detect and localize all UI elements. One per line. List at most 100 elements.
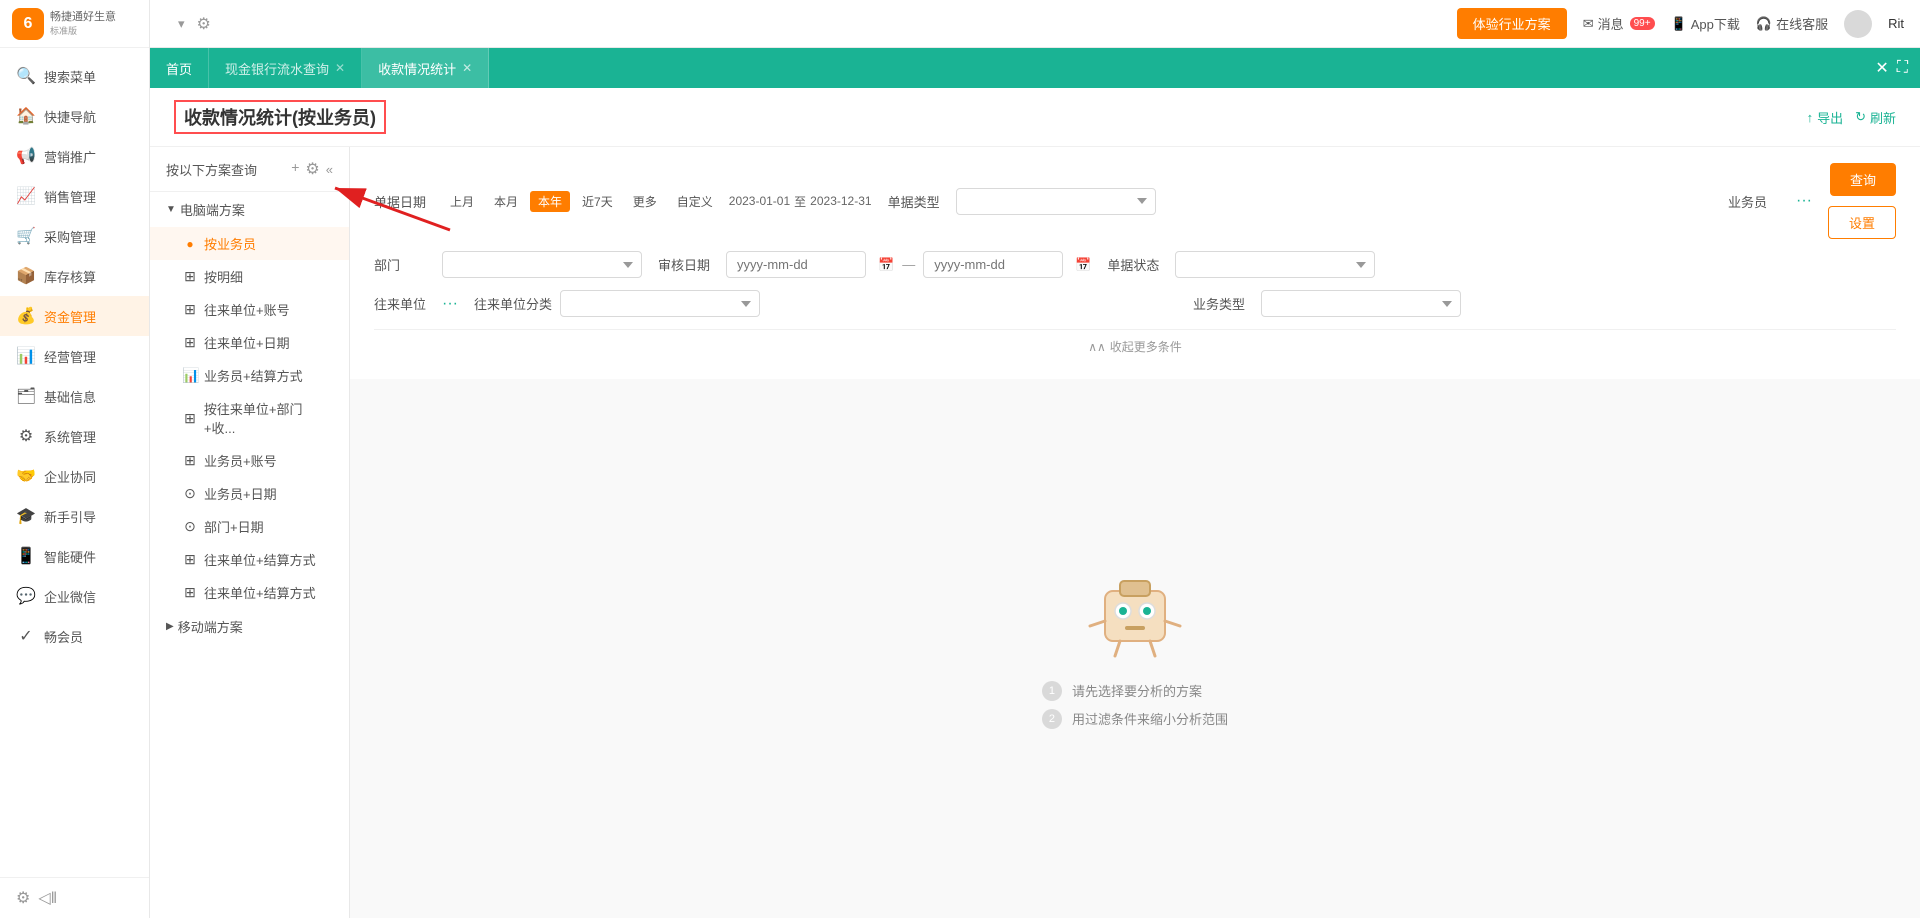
scheme-item-partner-settle2[interactable]: ⊞ 往来单位+结算方式 — [150, 576, 349, 609]
sidebar-item-inventory[interactable]: 📦 库存核算 — [0, 256, 149, 296]
tab-collection-close[interactable]: ✕ — [462, 61, 472, 75]
sidebar-item-wechat[interactable]: 💬 企业微信 — [0, 576, 149, 616]
scheme-item-salesperson-settle[interactable]: 📊 业务员+结算方式 — [150, 359, 349, 392]
date-tab-last-month[interactable]: 上月 — [442, 191, 482, 212]
sidebar-item-basic[interactable]: 🗂 基础信息 — [0, 376, 149, 416]
scheme-item-dept-date[interactable]: ⊙ 部门+日期 — [150, 510, 349, 543]
btn-group: 查询 设置 — [1828, 163, 1896, 239]
sidebar-item-finance[interactable]: 💰 资金管理 — [0, 296, 149, 336]
fullscreen-btn[interactable]: ⛶ — [1897, 59, 1908, 77]
date-tab-more[interactable]: 更多 — [625, 191, 665, 212]
tab-collection[interactable]: 收款情况统计 ✕ — [362, 48, 489, 88]
sidebar-item-enterprise[interactable]: 🤝 企业协同 — [0, 456, 149, 496]
date-from: 2023-01-01 — [729, 194, 790, 208]
finance-icon: 💰 — [16, 306, 36, 326]
trial-btn[interactable]: 体验行业方案 — [1457, 8, 1567, 39]
calendar-to-icon[interactable]: 📅 — [1075, 257, 1091, 273]
category-select[interactable] — [956, 188, 1156, 215]
inventory-icon: 📦 — [16, 266, 36, 286]
sidebar-item-member[interactable]: ✓ 畅会员 — [0, 616, 149, 656]
left-panel-actions: + ⚙ « — [291, 159, 333, 179]
scheme-partner-account-icon: ⊞ — [182, 301, 198, 318]
sidebar-item-sales[interactable]: 📈 销售管理 — [0, 176, 149, 216]
sidebar-item-guide[interactable]: 🎓 新手引导 — [0, 496, 149, 536]
scheme-item-partner-settle1[interactable]: ⊞ 往来单位+结算方式 — [150, 543, 349, 576]
dept-label: 部门 — [374, 255, 434, 274]
app-download-btn[interactable]: 📱 App下载 — [1671, 14, 1740, 33]
member-icon: ✓ — [16, 626, 36, 646]
sales-icon: 📈 — [16, 186, 36, 206]
sidebar-item-hardware[interactable]: 📱 智能硬件 — [0, 536, 149, 576]
scheme-dept-date-icon: ⊙ — [182, 518, 198, 535]
date-to: 2023-12-31 — [810, 194, 871, 208]
calendar-from-icon[interactable]: 📅 — [878, 257, 894, 273]
collapse-panel-btn[interactable]: « — [326, 159, 333, 179]
status-label: 单据状态 — [1107, 255, 1167, 274]
collapse-btn[interactable]: ∧∧ 收起更多条件 — [374, 329, 1896, 363]
export-btn[interactable]: ↑ 导出 — [1807, 108, 1844, 127]
scheme-item-salesperson-account[interactable]: ⊞ 业务员+账号 — [150, 444, 349, 477]
scheme-item-by-detail[interactable]: ⊞ 按明细 — [150, 260, 349, 293]
home-icon: 🏠 — [16, 106, 36, 126]
scheme-item-by-salesperson[interactable]: ● 按业务员 — [150, 227, 349, 260]
biz-type-select[interactable] — [1261, 290, 1461, 317]
sidebar-item-purchase[interactable]: 🛒 采购管理 — [0, 216, 149, 256]
tab-bank-flow-close[interactable]: ✕ — [335, 61, 345, 75]
scheme-partner-date-icon: ⊞ — [182, 334, 198, 351]
biz-type-label: 业务类型 — [1193, 294, 1253, 313]
tab-bank-flow[interactable]: 现金银行流水查询 ✕ — [209, 48, 362, 88]
scheme-item-partner-dept[interactable]: ⊞ 按往来单位+部门+收... — [150, 392, 349, 444]
scheme-settings-icon[interactable]: ⚙ — [305, 159, 319, 179]
page-header: 收款情况统计(按业务员) ↑ 导出 ↻ 刷新 — [150, 88, 1920, 147]
salesperson-more-icon[interactable]: ··· — [1796, 192, 1812, 210]
scheme-item-salesperson-date[interactable]: ⊙ 业务员+日期 — [150, 477, 349, 510]
date-tab-this-year[interactable]: 本年 — [530, 191, 570, 212]
date-tabs: 上月 本月 本年 近7天 更多 自定义 — [442, 191, 721, 212]
review-date-label: 审核日期 — [658, 255, 718, 274]
dept-select[interactable] — [442, 251, 642, 278]
date-tab-this-month[interactable]: 本月 — [486, 191, 526, 212]
filter-row-3: 往来单位 ··· 往来单位分类 业务类型 — [374, 290, 1896, 317]
sidebar-item-system[interactable]: ⚙ 系统管理 — [0, 416, 149, 456]
set-btn[interactable]: 设置 — [1828, 206, 1896, 239]
scheme-item-partner-account[interactable]: ⊞ 往来单位+账号 — [150, 293, 349, 326]
scheme-group-mobile: ▶ 移动端方案 — [150, 609, 349, 644]
search-icon: 🔍 — [16, 66, 36, 86]
scheme-group-mobile-header[interactable]: ▶ 移动端方案 — [150, 609, 349, 644]
purchase-icon: 🛒 — [16, 226, 36, 246]
user-avatar[interactable] — [1844, 10, 1872, 38]
topbar-gear-icon[interactable]: ⚙ — [197, 14, 211, 34]
sidebar-item-operation[interactable]: 📊 经营管理 — [0, 336, 149, 376]
review-date-to[interactable] — [923, 251, 1063, 278]
collapse-footer-icon[interactable]: ◁‖ — [38, 888, 57, 908]
close-tab-btn[interactable]: ✕ — [1875, 58, 1888, 78]
scheme-item-partner-date[interactable]: ⊞ 往来单位+日期 — [150, 326, 349, 359]
sidebar-footer: ⚙ ◁‖ — [0, 877, 149, 918]
expand-arrow-icon: ▼ — [166, 204, 176, 215]
scheme-partner-settle2-icon: ⊞ — [182, 584, 198, 601]
status-select[interactable] — [1175, 251, 1375, 278]
add-scheme-btn[interactable]: + — [291, 159, 299, 179]
tab-home[interactable]: 首页 — [150, 48, 209, 88]
partner-more-icon[interactable]: ··· — [442, 295, 458, 313]
scheme-group-desktop-header[interactable]: ▼ 电脑端方案 — [150, 192, 349, 227]
hardware-icon: 📱 — [16, 546, 36, 566]
logo-text: 畅捷通好生意 — [50, 10, 116, 24]
filter-review-date-item: 审核日期 📅 — 📅 — [658, 251, 1091, 278]
review-date-from[interactable] — [726, 251, 866, 278]
query-btn[interactable]: 查询 — [1830, 163, 1896, 196]
messages-btn[interactable]: ✉ 消息 99+ — [1583, 14, 1655, 33]
online-service-btn[interactable]: 🎧 在线客服 — [1756, 14, 1828, 33]
date-tab-custom[interactable]: 自定义 — [669, 191, 721, 212]
settings-footer-icon[interactable]: ⚙ — [16, 888, 30, 908]
filter-date-item: 单据日期 上月 本月 本年 近7天 更多 自定义 2023-01-01 — [374, 191, 872, 212]
filter-category-item: 单据类型 — [888, 188, 1712, 215]
sidebar-item-quicknav[interactable]: 🏠 快捷导航 — [0, 96, 149, 136]
partner-category-select[interactable] — [560, 290, 760, 317]
refresh-btn[interactable]: ↻ 刷新 — [1855, 108, 1896, 127]
sidebar-item-search[interactable]: 🔍 搜索菜单 — [0, 56, 149, 96]
scheme-group-desktop-label: 电脑端方案 — [180, 200, 245, 219]
topbar-dropdown-icon[interactable]: ▾ — [178, 16, 185, 32]
date-tab-7days[interactable]: 近7天 — [574, 191, 621, 212]
sidebar-item-marketing[interactable]: 📢 营销推广 — [0, 136, 149, 176]
